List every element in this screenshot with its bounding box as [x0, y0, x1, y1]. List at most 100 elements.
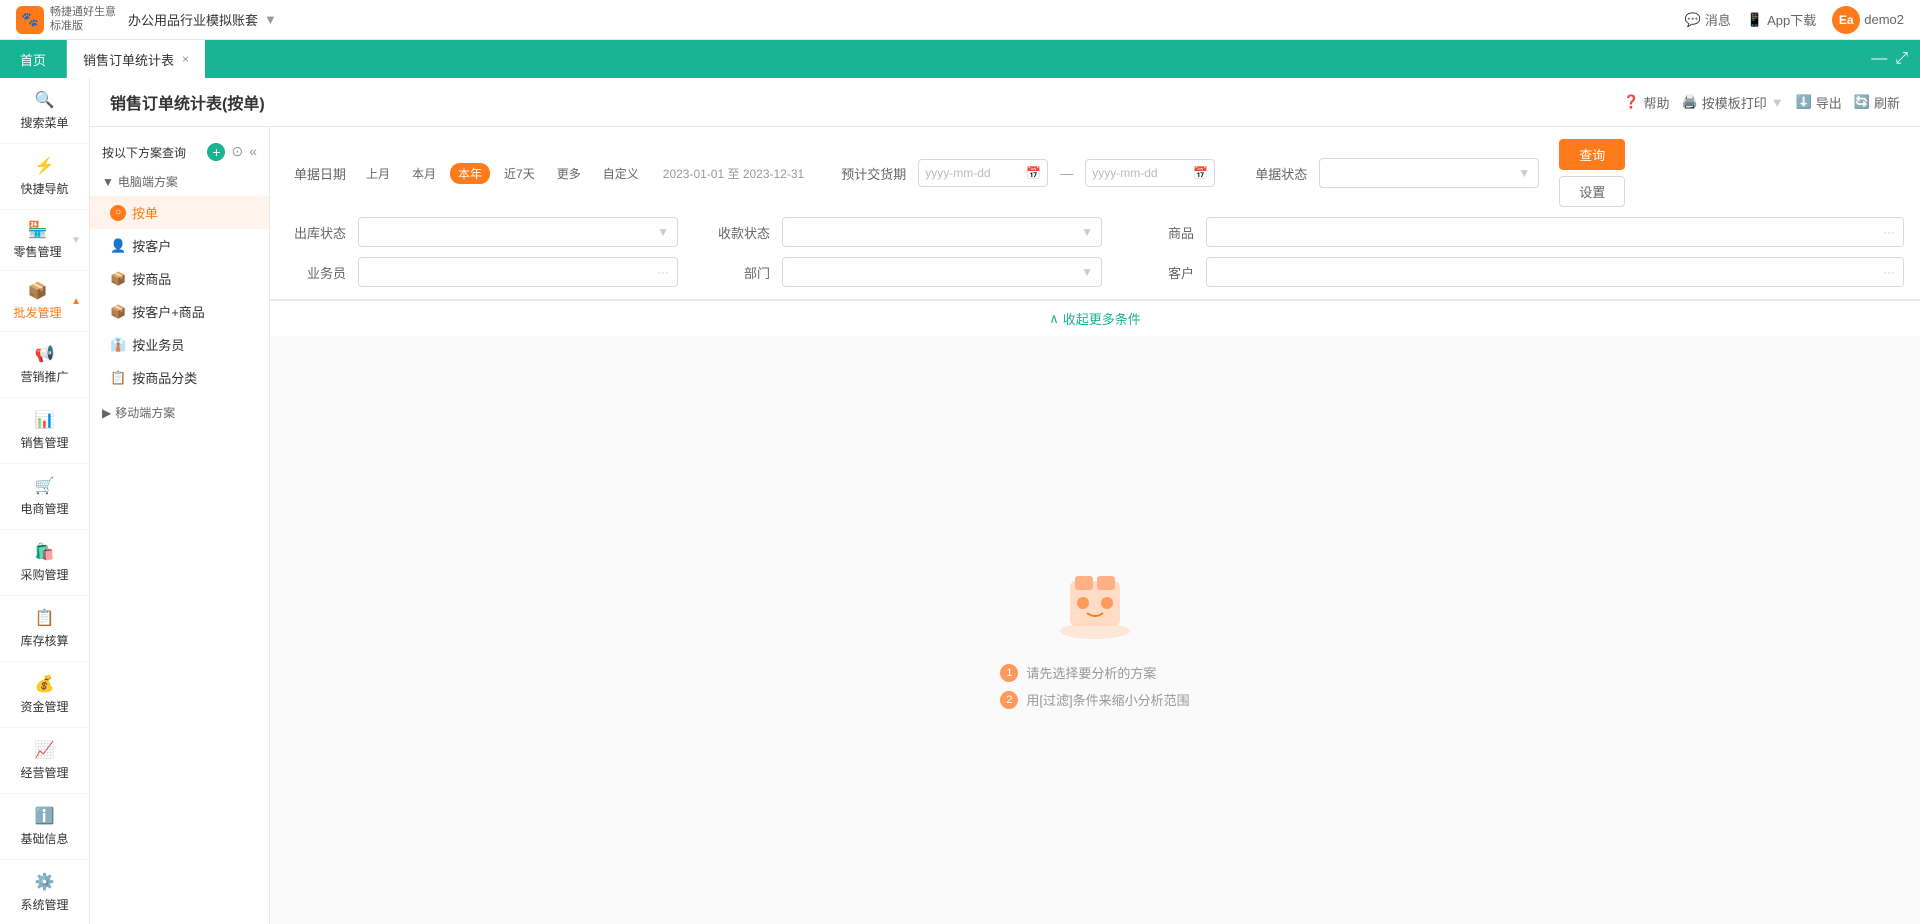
goods-select[interactable]: ··· — [1206, 217, 1904, 247]
sidebar-item-wholesale[interactable]: 📦 批发管理 ▲ — [0, 271, 89, 332]
top-actions: 💬 消息 📱 App下载 Ea demo2 — [1685, 6, 1904, 34]
app-download-action[interactable]: 📱 App下载 — [1747, 10, 1816, 29]
sidebar-item-quicknav[interactable]: ⚡ 快捷导航 — [0, 144, 89, 210]
sidebar-item-sales[interactable]: 📊 销售管理 — [0, 398, 89, 464]
sidebar-item-system[interactable]: ⚙️ 系统管理 — [0, 860, 89, 924]
dept-select[interactable]: ▼ — [782, 257, 1102, 287]
delivery-dropdown-icon: ▼ — [657, 225, 669, 239]
retail-icon: 🏪 — [28, 220, 48, 240]
delivery-label: 出库状态 — [286, 223, 346, 242]
date-tag-thismonth[interactable]: 本月 — [404, 163, 444, 184]
filter-area: 单据日期 上月 本月 本年 近7天 更多 自定义 2023-01-01 至 20… — [270, 127, 1920, 300]
page-title: 销售订单统计表(按单) — [110, 90, 265, 114]
right-panel: 销售订单统计表(按单) ❓ 帮助 🖨️ 按模板打印 ▼ ⬇️ 导出 🔄 刷新 — [90, 78, 1920, 924]
message-action[interactable]: 💬 消息 — [1685, 10, 1731, 29]
salesman-more-icon[interactable]: ··· — [657, 265, 669, 279]
filter-row-2: 出库状态 ▼ 收款状态 ▼ 商品 ··· — [286, 217, 1904, 247]
by-customer-goods-icon: 📦 — [110, 304, 126, 320]
step-num-1: 1 — [1000, 664, 1018, 682]
search-icon: 🔍 — [35, 90, 55, 110]
query-button[interactable]: 查询 — [1559, 139, 1625, 170]
calendar-icon: 📅 — [1026, 166, 1041, 180]
goods-label: 商品 — [1134, 223, 1194, 242]
sidebar-item-search[interactable]: 🔍 搜索菜单 — [0, 78, 89, 144]
logo-area: 🐾 畅捷通好生意 标准版 — [16, 6, 116, 34]
sidebar-item-retail[interactable]: 🏪 零售管理 ▼ — [0, 210, 89, 271]
filter-row-1: 单据日期 上月 本月 本年 近7天 更多 自定义 2023-01-01 至 20… — [286, 139, 1904, 207]
help-button[interactable]: ❓ 帮助 — [1623, 93, 1669, 112]
retail-expand-icon: ▼ — [71, 235, 81, 246]
expected-date-start[interactable]: yyyy-mm-dd 📅 — [918, 159, 1048, 187]
tree-add-icon[interactable]: + — [207, 143, 225, 161]
by-category-icon: 📋 — [110, 370, 126, 386]
date-tag-thisyear[interactable]: 本年 — [450, 163, 490, 184]
date-tag-more[interactable]: 更多 — [549, 163, 589, 184]
sidebar-item-marketing[interactable]: 📢 营销推广 — [0, 332, 89, 398]
sidebar-item-finance[interactable]: 💰 资金管理 — [0, 662, 89, 728]
date-filter: 上月 本月 本年 近7天 更多 自定义 — [358, 163, 647, 184]
collection-label: 收款状态 — [710, 223, 770, 242]
print-icon: 🖨️ — [1682, 94, 1698, 110]
tree-item-by-category[interactable]: 📋 按商品分类 — [90, 361, 269, 394]
mobile-section-arrow[interactable]: ▶ — [102, 406, 111, 420]
sidebar: 🔍 搜索菜单 ⚡ 快捷导航 🏪 零售管理 ▼ 📦 批发管理 ▲ 📢 营销推广 — [0, 78, 90, 924]
tab-bar-actions: — ⤢ — [1871, 50, 1920, 68]
delivery-select[interactable]: ▼ — [358, 217, 678, 247]
date-range-display: 2023-01-01 至 2023-12-31 — [663, 165, 804, 182]
customer-more-icon[interactable]: ··· — [1883, 265, 1895, 279]
collection-select[interactable]: ▼ — [782, 217, 1102, 247]
user-area[interactable]: Ea demo2 — [1832, 6, 1904, 34]
by-order-icon: ○ — [110, 205, 126, 221]
main-layout: 🔍 搜索菜单 ⚡ 快捷导航 🏪 零售管理 ▼ 📦 批发管理 ▲ 📢 营销推广 — [0, 78, 1920, 924]
filter-row-3: 业务员 ··· 部门 ▼ 客户 ··· — [286, 257, 1904, 287]
tab-close-icon[interactable]: × — [182, 52, 189, 66]
tree-header: 按以下方案查询 + ⊙ « — [90, 137, 269, 167]
tree-icons: + ⊙ « — [207, 143, 257, 161]
breadcrumb: 办公用品行业模拟账套 ▼ — [128, 10, 1673, 29]
settings-button[interactable]: 设置 — [1559, 176, 1625, 207]
date-label: 单据日期 — [286, 164, 346, 183]
tree-item-by-customer-goods[interactable]: 📦 按客户+商品 — [90, 295, 269, 328]
section-arrow[interactable]: ▼ — [102, 175, 114, 189]
status-dropdown-icon: ▼ — [1518, 166, 1530, 180]
sidebar-item-ecommerce[interactable]: 🛒 电商管理 — [0, 464, 89, 530]
tab-home[interactable]: 首页 — [0, 40, 67, 78]
empty-step-1: 1 请先选择要分析的方案 — [1000, 663, 1189, 682]
salesman-select[interactable]: ··· — [358, 257, 678, 287]
refresh-icon: 🔄 — [1854, 94, 1870, 110]
breadcrumb-dropdown-icon[interactable]: ▼ — [264, 12, 277, 27]
print-button[interactable]: 🖨️ 按模板打印 ▼ — [1682, 93, 1784, 112]
date-tag-7days[interactable]: 近7天 — [496, 163, 543, 184]
sidebar-item-inventory[interactable]: 📋 库存核算 — [0, 596, 89, 662]
status-select[interactable]: ▼ — [1319, 158, 1539, 188]
tree-collapse-icon[interactable]: « — [249, 143, 257, 161]
date-tag-lastmonth[interactable]: 上月 — [358, 163, 398, 184]
collapse-bar[interactable]: ∧ 收起更多条件 — [270, 300, 1920, 336]
system-icon: ⚙️ — [35, 872, 55, 892]
date-tag-custom[interactable]: 自定义 — [595, 163, 647, 184]
tab-sales-stats[interactable]: 销售订单统计表 × — [67, 40, 205, 78]
sidebar-item-purchase[interactable]: 🛍️ 采购管理 — [0, 530, 89, 596]
tab-maximize-icon[interactable]: ⤢ — [1895, 50, 1908, 68]
export-button[interactable]: ⬇️ 导出 — [1796, 93, 1842, 112]
tree-item-by-goods[interactable]: 📦 按商品 — [90, 262, 269, 295]
avatar: Ea — [1832, 6, 1860, 34]
empty-steps: 1 请先选择要分析的方案 2 用[过滤]条件来缩小分析范围 — [1000, 663, 1189, 709]
refresh-button[interactable]: 🔄 刷新 — [1854, 93, 1900, 112]
tree-item-by-customer[interactable]: 👤 按客户 — [90, 229, 269, 262]
tab-minimize-icon[interactable]: — — [1871, 50, 1887, 68]
expected-date-end[interactable]: yyyy-mm-dd 📅 — [1085, 159, 1215, 187]
empty-svg — [1045, 551, 1145, 651]
tree-settings-icon[interactable]: ⊙ — [231, 143, 243, 161]
tree-item-by-order[interactable]: ○ 按单 — [90, 196, 269, 229]
sidebar-item-base-info[interactable]: ℹ️ 基础信息 — [0, 794, 89, 860]
goods-more-icon[interactable]: ··· — [1883, 225, 1895, 239]
by-salesman-icon: 👔 — [110, 337, 126, 353]
app-icon: 📱 — [1747, 12, 1763, 28]
customer-select[interactable]: ··· — [1206, 257, 1904, 287]
sidebar-item-operations[interactable]: 📈 经营管理 — [0, 728, 89, 794]
main-content: 单据日期 上月 本月 本年 近7天 更多 自定义 2023-01-01 至 20… — [270, 127, 1920, 924]
finance-icon: 💰 — [35, 674, 55, 694]
by-goods-icon: 📦 — [110, 271, 126, 287]
tree-item-by-salesman[interactable]: 👔 按业务员 — [90, 328, 269, 361]
